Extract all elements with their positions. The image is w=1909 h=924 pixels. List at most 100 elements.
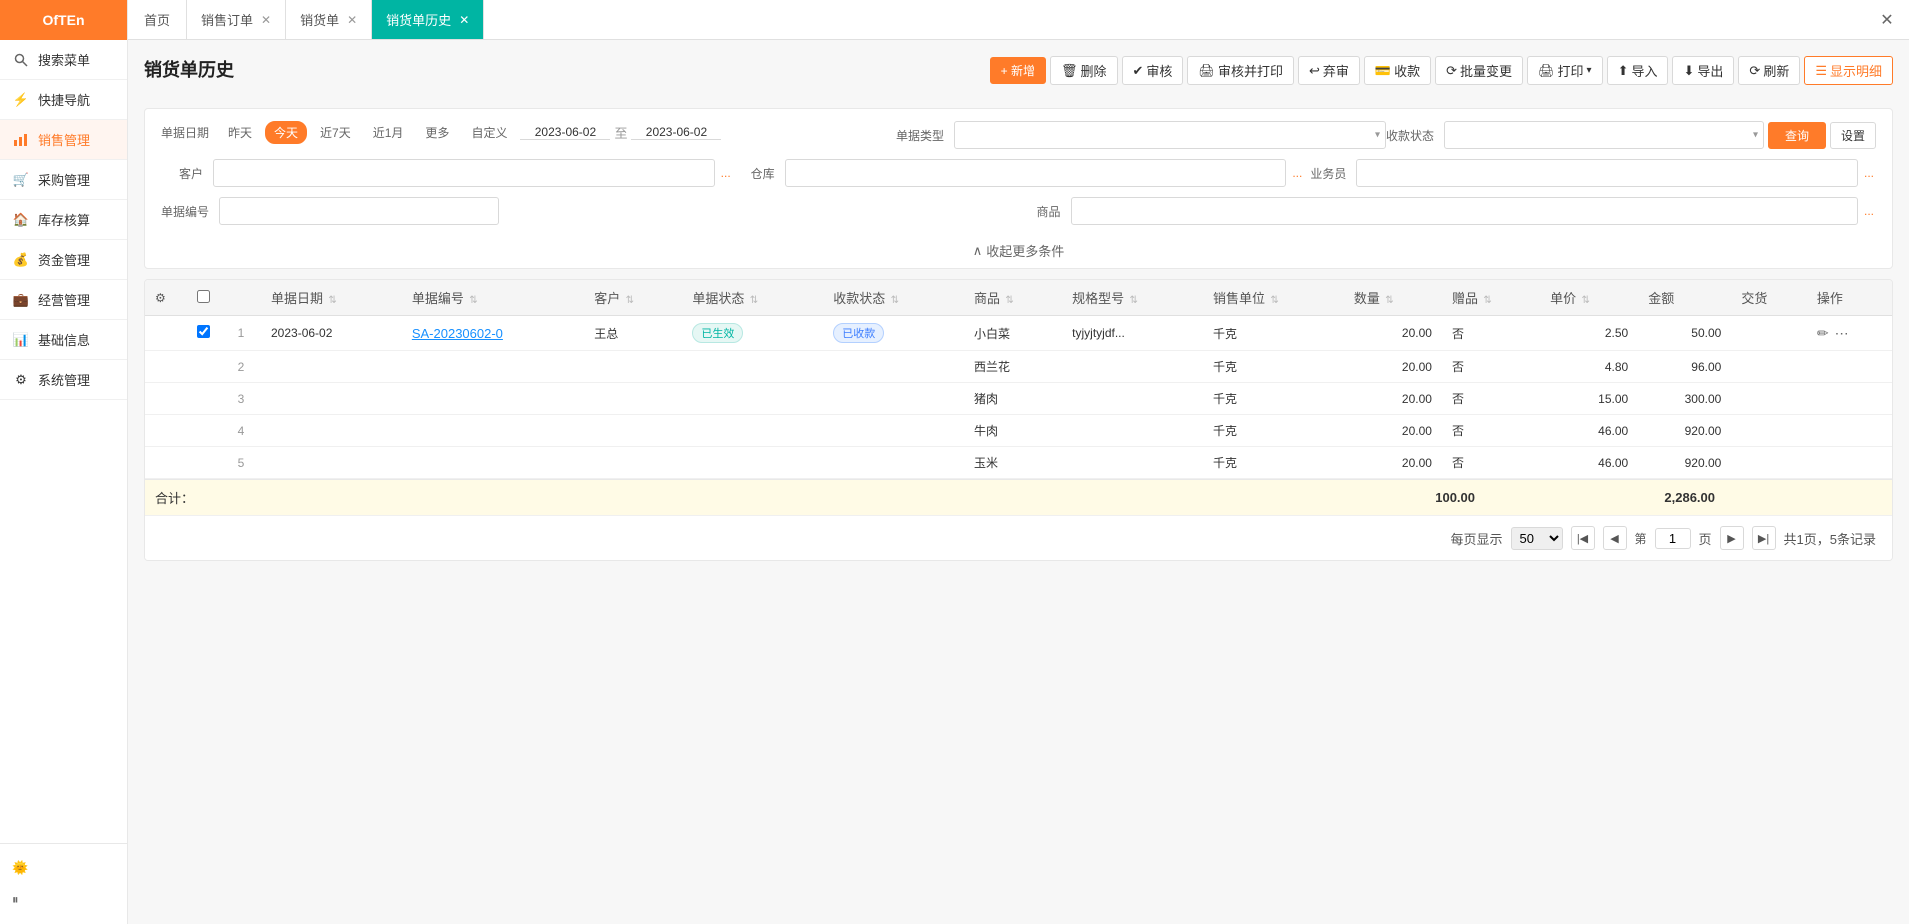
sun-icon: 🌞 xyxy=(12,860,28,876)
row-gear xyxy=(145,415,185,447)
gear-header[interactable]: ⚙ xyxy=(145,280,185,316)
unit-header[interactable]: 销售单位 ⇅ xyxy=(1203,280,1344,316)
sidebar-item-inventory[interactable]: 🏠 库存核算 xyxy=(0,200,127,240)
salesperson-input[interactable] xyxy=(1356,159,1858,187)
paystatus-header[interactable]: 收款状态 ⇅ xyxy=(823,280,964,316)
tab-home[interactable]: 首页 xyxy=(128,0,187,39)
tab-sales-order-close[interactable]: ✕ xyxy=(261,13,271,27)
edit-icon[interactable]: ✏ xyxy=(1817,325,1829,342)
customer-header[interactable]: 客户 ⇅ xyxy=(584,280,682,316)
sidebar-item-finance[interactable]: 💰 资金管理 xyxy=(0,240,127,280)
last-page-btn[interactable]: ▶| xyxy=(1752,526,1776,550)
page-size-select[interactable]: 50 100 200 xyxy=(1511,527,1563,550)
select-all-checkbox[interactable] xyxy=(197,290,210,303)
print-icon: 🖨 xyxy=(1538,63,1555,79)
sidebar-pause-btn[interactable]: ⏸ xyxy=(0,884,127,916)
qty-sort-icon: ⇅ xyxy=(1385,295,1393,306)
tab-sales-order[interactable]: 销售订单 ✕ xyxy=(187,0,286,39)
audit-button[interactable]: ✔ 审核 xyxy=(1122,56,1184,85)
sidebar-item-search-menu[interactable]: 搜索菜单 xyxy=(0,40,127,80)
table-row: 1 2023-06-02 SA-20230602-0 王总 已生效 已收款 小白… xyxy=(145,316,1892,351)
tab-delivery[interactable]: 销货单 ✕ xyxy=(286,0,372,39)
doc-no-link[interactable]: SA-20230602-0 xyxy=(412,326,503,341)
print-button[interactable]: 🖨 打印 ▾ xyxy=(1527,56,1603,85)
first-page-btn[interactable]: |◀ xyxy=(1571,526,1595,550)
collect-button[interactable]: 💳 收款 xyxy=(1364,56,1431,85)
row-index: 2 xyxy=(221,351,261,383)
goods-input[interactable] xyxy=(1071,197,1858,225)
price-header[interactable]: 单价 ⇅ xyxy=(1540,280,1638,316)
row-check[interactable] xyxy=(185,415,221,447)
show-detail-button[interactable]: ☰ 显示明细 xyxy=(1804,56,1893,85)
date-from-input[interactable] xyxy=(520,125,610,140)
sidebar-item-inventory-label: 库存核算 xyxy=(38,210,90,229)
export-button[interactable]: ⬇ 导出 xyxy=(1672,56,1734,85)
query-button[interactable]: 查询 xyxy=(1768,122,1826,149)
row-check[interactable] xyxy=(185,383,221,415)
batch-change-button[interactable]: ⟳ 批量变更 xyxy=(1435,56,1523,85)
salesperson-ellipsis[interactable]: ... xyxy=(1862,166,1876,180)
filter-goods-col: 商品 ... xyxy=(1019,197,1877,225)
date-1month-btn[interactable]: 近1月 xyxy=(364,121,413,144)
import-button[interactable]: ⬆ 导入 xyxy=(1607,56,1669,85)
total-info: 共1页，5条记录 xyxy=(1784,529,1876,548)
spec-header[interactable]: 规格型号 ⇅ xyxy=(1062,280,1203,316)
table-footer: 合计： 100.00 2,286.00 xyxy=(145,479,1892,515)
settings-button[interactable]: 设置 xyxy=(1830,122,1876,149)
goods-ellipsis[interactable]: ... xyxy=(1862,204,1876,218)
window-close-btn[interactable]: ✕ xyxy=(1875,8,1899,32)
date-7days-btn[interactable]: 近7天 xyxy=(311,121,360,144)
docstatus-sort-icon: ⇅ xyxy=(750,295,758,306)
sidebar-item-ops-mgmt[interactable]: 💼 经营管理 xyxy=(0,280,127,320)
customer-ellipsis[interactable]: ... xyxy=(719,166,733,180)
sidebar-item-sales-mgmt[interactable]: 销售管理 xyxy=(0,120,127,160)
row-check[interactable] xyxy=(185,316,221,351)
date-today-btn[interactable]: 今天 xyxy=(265,121,307,144)
row-gear xyxy=(145,316,185,351)
audit-print-icon: 🖨 xyxy=(1198,63,1215,79)
docstatus-header[interactable]: 单据状态 ⇅ xyxy=(682,280,823,316)
row-unit: 千克 xyxy=(1203,351,1344,383)
gift-header[interactable]: 赠品 ⇅ xyxy=(1442,280,1540,316)
goods-header[interactable]: 商品 ⇅ xyxy=(964,280,1062,316)
sidebar-sun-btn[interactable]: 🌞 xyxy=(0,852,127,884)
sidebar-item-sys-mgmt[interactable]: ⚙ 系统管理 xyxy=(0,360,127,400)
docno-header[interactable]: 单据编号 ⇅ xyxy=(402,280,584,316)
collapse-btn[interactable]: ∧ 收起更多条件 xyxy=(161,235,1876,260)
more-icon[interactable]: ⋯ xyxy=(1835,325,1849,342)
customer-input[interactable] xyxy=(213,159,715,187)
footer-total-amount: 2,286.00 xyxy=(1635,490,1715,505)
date-custom-btn[interactable]: 自定义 xyxy=(462,121,516,144)
collectstatus-select[interactable] xyxy=(1444,121,1764,149)
sidebar-item-basic-info[interactable]: 📊 基础信息 xyxy=(0,320,127,360)
next-page-btn[interactable]: ▶ xyxy=(1720,526,1744,550)
table-header-row: ⚙ 单据日期 ⇅ 单据编号 ⇅ xyxy=(145,280,1892,316)
row-docno xyxy=(402,447,584,479)
date-to-input[interactable] xyxy=(631,125,721,140)
docno-input[interactable] xyxy=(219,197,499,225)
page-num-input[interactable] xyxy=(1655,528,1691,549)
date-header[interactable]: 单据日期 ⇅ xyxy=(261,280,402,316)
new-button[interactable]: + 新增 xyxy=(990,57,1046,84)
sidebar-item-purchase-mgmt[interactable]: 🛒 采购管理 xyxy=(0,160,127,200)
abandon-button[interactable]: ↩ 弃审 xyxy=(1298,56,1360,85)
row-check[interactable] xyxy=(185,447,221,479)
refresh-button[interactable]: ⟳ 刷新 xyxy=(1738,56,1800,85)
row-unit: 千克 xyxy=(1203,383,1344,415)
prev-page-btn[interactable]: ◀ xyxy=(1603,526,1627,550)
date-yesterday-btn[interactable]: 昨天 xyxy=(219,121,261,144)
sidebar-item-quick-nav[interactable]: ⚡ 快捷导航 xyxy=(0,80,127,120)
qty-header[interactable]: 数量 ⇅ xyxy=(1344,280,1442,316)
tab-delivery-history-close[interactable]: ✕ xyxy=(459,13,469,27)
doctype-select[interactable] xyxy=(954,121,1386,149)
audit-print-button[interactable]: 🖨 审核并打印 xyxy=(1187,56,1294,85)
warehouse-ellipsis[interactable]: ... xyxy=(1290,166,1304,180)
row-checkbox[interactable] xyxy=(197,325,210,338)
delete-button[interactable]: 🗑 删除 xyxy=(1050,56,1118,85)
tab-delivery-history[interactable]: 销货单历史 ✕ xyxy=(372,0,484,39)
date-more-btn[interactable]: 更多 xyxy=(416,121,458,144)
tab-delivery-close[interactable]: ✕ xyxy=(347,13,357,27)
warehouse-input[interactable] xyxy=(785,159,1287,187)
row-date xyxy=(261,383,402,415)
row-check[interactable] xyxy=(185,351,221,383)
